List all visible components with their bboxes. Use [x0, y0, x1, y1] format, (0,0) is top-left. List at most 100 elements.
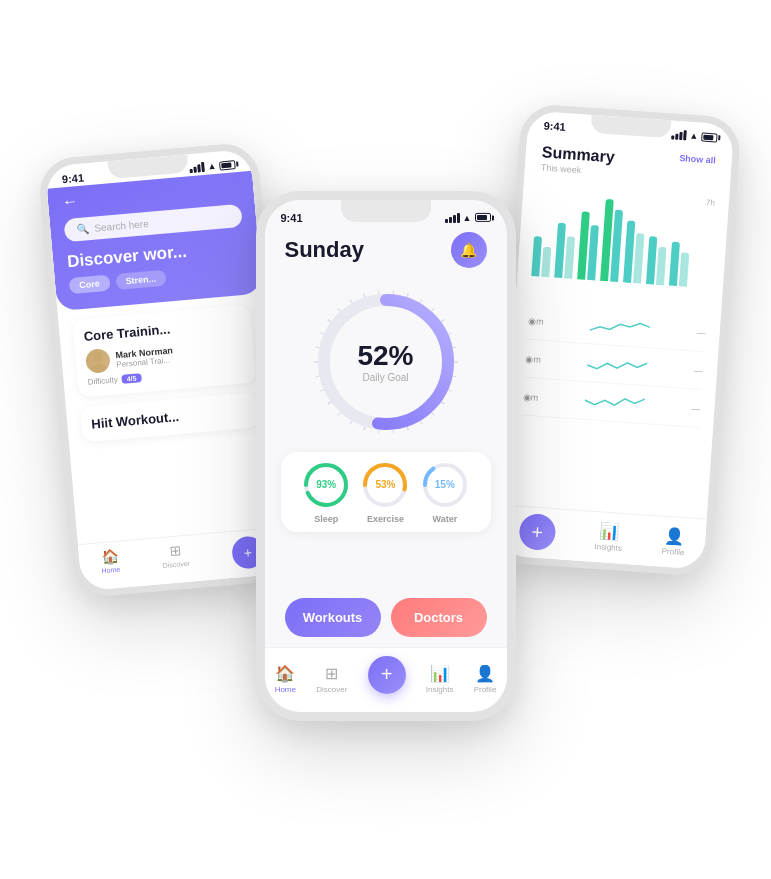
left-battery-icon: [218, 159, 235, 169]
right-metric-value-1: —: [696, 327, 706, 338]
bar: [678, 252, 688, 286]
center-add-button[interactable]: +: [368, 655, 406, 693]
center-profile-icon: 👤: [475, 663, 495, 682]
left-status-icons: ▲: [189, 159, 236, 173]
right-battery-icon: [701, 131, 718, 141]
metrics-row: 93% Sleep 53% Exercise: [281, 451, 491, 531]
svg-line-16: [452, 346, 456, 347]
center-profile-label: Profile: [474, 684, 497, 693]
right-time: 9:41: [543, 119, 566, 133]
left-nav-home-label: Home: [101, 565, 120, 574]
water-percent: 15%: [435, 479, 455, 490]
bar: [645, 236, 656, 284]
right-metric-label-1: ◉m: [527, 315, 543, 326]
left-content: Core Trainin... Mark Norman Personal Tra…: [57, 293, 276, 463]
bar-group-5: [623, 220, 645, 283]
chip-core[interactable]: Core: [68, 274, 110, 293]
svg-point-0: [92, 351, 103, 362]
sparkline-2: [586, 350, 648, 379]
app-scene: 9:41 ▲ ← 🔍 Search here: [36, 30, 736, 850]
bar-group-3: [577, 211, 600, 280]
sparkline-1: [589, 312, 651, 341]
right-metric-value-3: —: [691, 402, 701, 413]
search-icon: 🔍: [75, 223, 88, 235]
svg-line-7: [350, 299, 352, 302]
bar-group-2: [554, 222, 576, 278]
right-metrics: ◉m — ◉m —: [507, 296, 721, 432]
sleep-label: Sleep: [314, 513, 338, 523]
center-bottom-nav: 🏠 Home ⊞ Discover + 📊 Insights 👤 Profile: [265, 646, 507, 711]
ring-inner-text: 52% Daily Goal: [357, 340, 413, 383]
center-header: Sunday 🔔: [265, 225, 507, 271]
metric-sleep: 93% Sleep: [301, 459, 351, 523]
center-home-icon: 🏠: [275, 663, 295, 682]
right-profile-label: Profile: [661, 546, 684, 557]
svg-line-27: [350, 420, 352, 423]
search-placeholder: Search here: [93, 217, 148, 233]
right-nav-profile[interactable]: 👤 Profile: [661, 525, 686, 557]
home-icon: 🏠: [100, 547, 118, 564]
bar-group-1: [531, 236, 552, 277]
difficulty-badge: 4/5: [121, 373, 141, 384]
bar: [633, 233, 644, 283]
metric-ring-sleep: 93%: [301, 459, 351, 509]
phone-center: 9:41 ▲ Sunday 🔔: [256, 190, 516, 720]
svg-line-12: [420, 299, 422, 302]
workouts-button[interactable]: Workouts: [285, 597, 381, 636]
center-nav-insights[interactable]: 📊 Insights: [426, 663, 454, 693]
metric-ring-water: 15%: [420, 459, 470, 509]
workout-card-1: Core Trainin... Mark Norman Personal Tra…: [72, 304, 256, 397]
center-discover-icon: ⊞: [325, 663, 338, 682]
insights-icon: 📊: [598, 521, 619, 541]
svg-line-15: [448, 332, 452, 334]
right-wifi-icon: ▲: [689, 130, 699, 141]
show-all-link[interactable]: Show all: [678, 152, 715, 165]
right-metric-value-2: —: [693, 365, 703, 376]
discover-icon: ⊞: [168, 542, 181, 559]
bell-icon: 🔔: [460, 241, 477, 257]
add-icon: +: [243, 544, 253, 561]
bar: [531, 236, 542, 276]
center-insights-label: Insights: [426, 684, 454, 693]
day-title: Sunday: [285, 236, 364, 262]
right-metric-label-2: ◉m: [525, 353, 541, 364]
center-nav-profile[interactable]: 👤 Profile: [474, 663, 497, 693]
notification-button[interactable]: 🔔: [451, 231, 487, 267]
action-buttons: Workouts Doctors: [265, 587, 507, 646]
workout-title-2: Hiit Workout...: [90, 402, 249, 431]
bar-group-7: [668, 241, 689, 286]
left-nav-discover[interactable]: ⊞ Discover: [160, 541, 190, 575]
left-nav-discover-label: Discover: [162, 559, 190, 568]
difficulty-label: Difficulty: [87, 375, 118, 387]
chip-strength[interactable]: Stren...: [114, 269, 166, 289]
left-nav-home[interactable]: 🏠 Home: [99, 547, 120, 581]
left-time: 9:41: [61, 171, 84, 185]
center-home-label: Home: [275, 684, 296, 693]
right-signal-icon: [671, 129, 687, 140]
right-metric-left-1: ◉m: [527, 315, 543, 326]
right-nav-insights[interactable]: 📊 Insights: [594, 521, 624, 553]
center-status-bar: 9:41 ▲: [265, 199, 507, 225]
center-discover-label: Discover: [316, 684, 347, 693]
center-wifi-icon: ▲: [463, 212, 472, 222]
ring-outer: 52% Daily Goal: [306, 281, 466, 441]
svg-line-4: [320, 332, 324, 334]
svg-point-1: [90, 363, 107, 374]
trainer-info: Mark Norman Personal Trai...: [115, 344, 174, 368]
summary-row: Summary This week Show all: [540, 143, 716, 184]
bar-chart: [531, 186, 715, 288]
center-nav-home[interactable]: 🏠 Home: [275, 663, 296, 693]
ring-container: 52% Daily Goal: [265, 271, 507, 451]
bar: [541, 246, 551, 276]
right-add-btn[interactable]: +: [518, 512, 556, 550]
svg-line-30: [320, 389, 324, 391]
trainer-avatar: [84, 347, 110, 373]
workout-card-2: Hiit Workout...: [79, 392, 259, 442]
right-bottom-nav: + 📊 Insights 👤 Profile: [497, 504, 706, 569]
metric-ring-exercise: 53%: [360, 459, 410, 509]
center-nav-discover[interactable]: ⊞ Discover: [316, 663, 347, 693]
right-insights-label: Insights: [594, 542, 622, 553]
center-insights-icon: 📊: [430, 663, 450, 682]
bar-group-6: [645, 236, 666, 285]
doctors-button[interactable]: Doctors: [391, 597, 487, 636]
